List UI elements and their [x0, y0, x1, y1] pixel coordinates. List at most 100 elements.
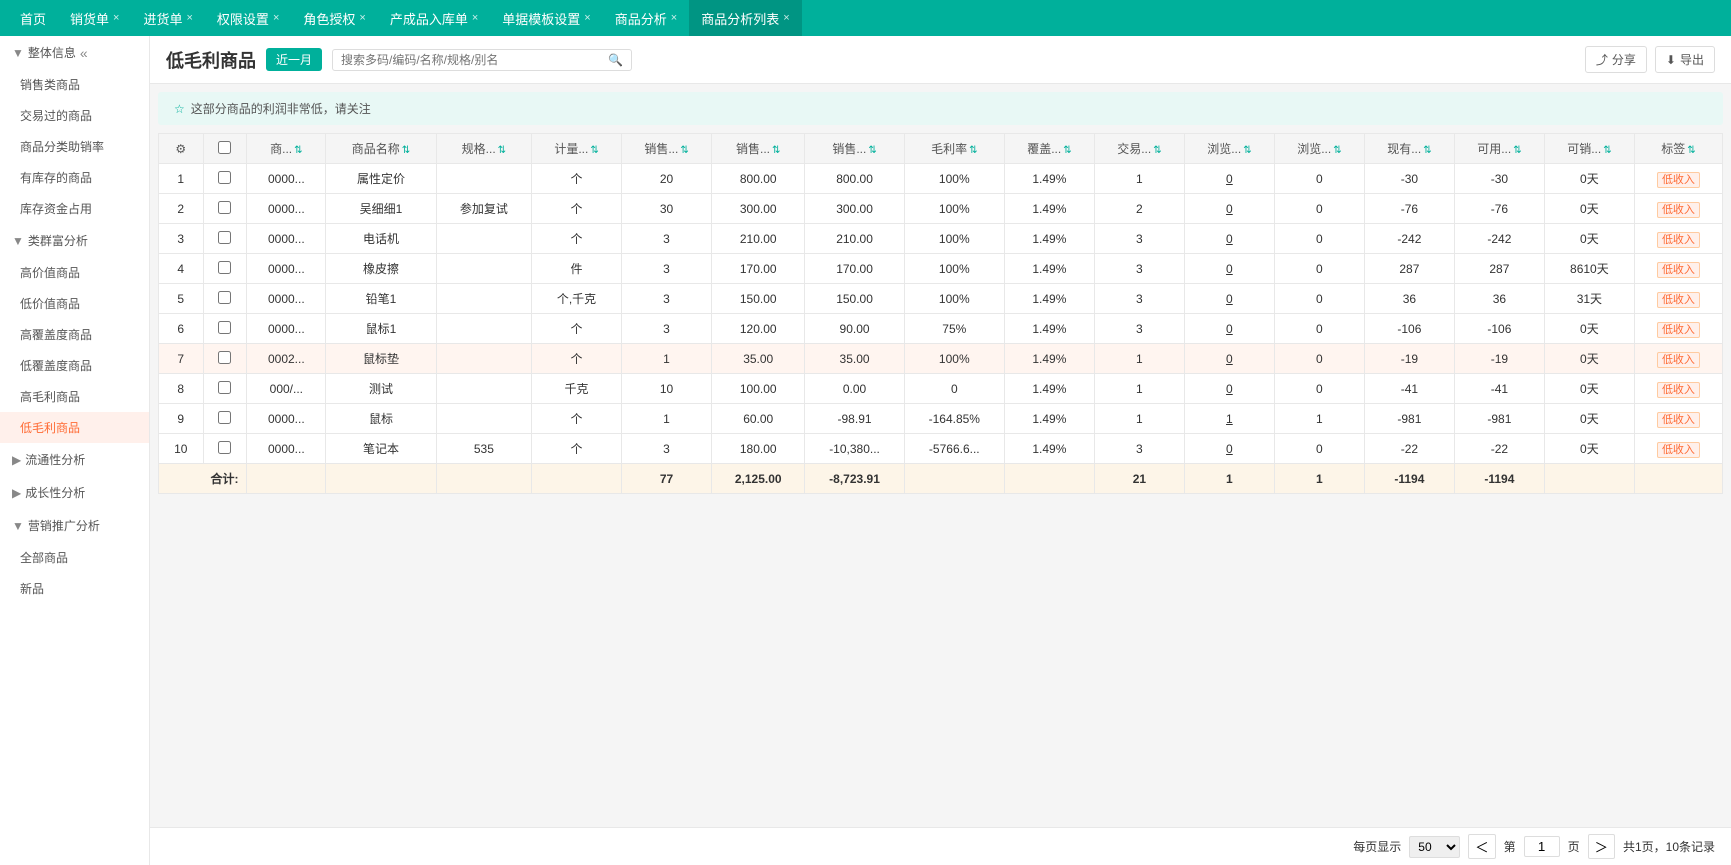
col-gross-margin[interactable]: 毛利率⇅ — [904, 134, 1004, 164]
col-views2[interactable]: 浏览...⇅ — [1274, 134, 1364, 164]
nav-product-analysis[interactable]: 商品分析 × — [603, 0, 689, 36]
nav-sales-order[interactable]: 销货单 × — [58, 0, 131, 36]
row-checkbox[interactable] — [203, 254, 247, 284]
col-views1[interactable]: 浏览...⇅ — [1184, 134, 1274, 164]
row-views1[interactable]: 0 — [1184, 314, 1274, 344]
nav-permissions[interactable]: 权限设置 × — [205, 0, 291, 36]
col-available[interactable]: 可用...⇅ — [1454, 134, 1544, 164]
col-coverage[interactable]: 覆盖...⇅ — [1004, 134, 1094, 164]
nav-product-receipt[interactable]: 产成品入库单 × — [378, 0, 490, 36]
row-checkbox[interactable] — [203, 224, 247, 254]
col-settings[interactable]: ⚙ — [159, 134, 204, 164]
sidebar-item-low-coverage[interactable]: 低覆盖度商品 — [0, 350, 149, 381]
nav-role-auth[interactable]: 角色授权 × — [291, 0, 377, 36]
row-checkbox[interactable] — [203, 284, 247, 314]
col-sales-qty[interactable]: 销售...⇅ — [622, 134, 712, 164]
nav-close-template[interactable]: × — [584, 12, 590, 24]
nav-home[interactable]: 首页 — [8, 0, 58, 36]
nav-purchase-order[interactable]: 进货单 × — [131, 0, 204, 36]
row-checkbox[interactable] — [203, 434, 247, 464]
sidebar-item-sales-goods[interactable]: 销售类商品 — [0, 69, 149, 100]
sidebar-item-in-stock[interactable]: 有库存的商品 — [0, 162, 149, 193]
row-tag: 低收入 — [1634, 164, 1722, 194]
sidebar-group-overall[interactable]: ▼ 整体信息 « — [0, 36, 149, 69]
row-unit: 件 — [532, 254, 622, 284]
page-size-select[interactable]: 50 100 200 — [1409, 836, 1460, 858]
row-checkbox[interactable] — [203, 164, 247, 194]
sidebar-group-circulation[interactable]: ▶ 流通性分析 — [0, 443, 149, 476]
col-sales-price[interactable]: 销售...⇅ — [712, 134, 805, 164]
row-checkbox[interactable] — [203, 194, 247, 224]
row-views1[interactable]: 1 — [1184, 404, 1274, 434]
sidebar-item-high-margin[interactable]: 高毛利商品 — [0, 381, 149, 412]
sidebar-item-low-value[interactable]: 低价值商品 — [0, 288, 149, 319]
sidebar-item-category-rate[interactable]: 商品分类助销率 — [0, 131, 149, 162]
nav-close-product[interactable]: × — [472, 12, 478, 24]
row-tag: 低收入 — [1634, 254, 1722, 284]
col-spec[interactable]: 规格...⇅ — [436, 134, 531, 164]
row-views1[interactable]: 0 — [1184, 164, 1274, 194]
row-checkbox[interactable] — [203, 344, 247, 374]
col-product-name[interactable]: 商品名称⇅ — [326, 134, 437, 164]
total-empty-spec — [436, 464, 531, 494]
search-input[interactable] — [341, 53, 608, 67]
col-saleable[interactable]: 可销...⇅ — [1544, 134, 1634, 164]
col-product-code[interactable]: 商...⇅ — [247, 134, 326, 164]
row-name: 吴细细1 — [326, 194, 437, 224]
row-views1[interactable]: 0 — [1184, 374, 1274, 404]
row-transactions: 3 — [1094, 254, 1184, 284]
row-name: 电话机 — [326, 224, 437, 254]
row-sales-profit: 210.00 — [805, 224, 904, 254]
sidebar-item-all-goods[interactable]: 全部商品 — [0, 542, 149, 573]
sidebar-item-new-goods[interactable]: 新品 — [0, 573, 149, 604]
nav-template-settings[interactable]: 单据模板设置 × — [490, 0, 602, 36]
row-checkbox[interactable] — [203, 404, 247, 434]
row-sales-qty: 30 — [622, 194, 712, 224]
row-views1[interactable]: 0 — [1184, 254, 1274, 284]
prev-page-button[interactable]: ＜ — [1468, 834, 1495, 859]
nav-close-role[interactable]: × — [359, 12, 365, 24]
sidebar-item-high-coverage[interactable]: 高覆盖度商品 — [0, 319, 149, 350]
row-gross-margin: 100% — [904, 194, 1004, 224]
select-all-checkbox[interactable] — [218, 141, 231, 154]
sidebar-item-high-value[interactable]: 高价值商品 — [0, 257, 149, 288]
row-views1[interactable]: 0 — [1184, 434, 1274, 464]
nav-analysis-list[interactable]: 商品分析列表 × — [689, 0, 801, 36]
sidebar-group-marketing[interactable]: ▼ 营销推广分析 — [0, 509, 149, 542]
period-button[interactable]: 近一月 — [266, 48, 322, 71]
nav-close-sales[interactable]: × — [113, 12, 119, 24]
sidebar-collapse-btn[interactable]: « — [76, 45, 92, 61]
row-coverage: 1.49% — [1004, 194, 1094, 224]
page-number-input[interactable] — [1524, 836, 1560, 857]
nav-close-analysis[interactable]: × — [671, 12, 677, 24]
export-button[interactable]: ⬇ 导出 — [1655, 46, 1715, 73]
nav-close-purchase[interactable]: × — [186, 12, 192, 24]
row-views1[interactable]: 0 — [1184, 344, 1274, 374]
sidebar-group-cluster[interactable]: ▼ 类群富分析 — [0, 224, 149, 257]
row-tag: 低收入 — [1634, 314, 1722, 344]
total-empty-unit — [532, 464, 622, 494]
sidebar-item-traded-goods[interactable]: 交易过的商品 — [0, 100, 149, 131]
row-views1[interactable]: 0 — [1184, 224, 1274, 254]
sidebar-group-growth[interactable]: ▶ 成长性分析 — [0, 476, 149, 509]
row-transactions: 3 — [1094, 224, 1184, 254]
col-sales-profit[interactable]: 销售...⇅ — [805, 134, 904, 164]
row-views1[interactable]: 0 — [1184, 284, 1274, 314]
row-spec: 535 — [436, 434, 531, 464]
search-icon[interactable]: 🔍 — [608, 53, 623, 67]
sidebar-item-stock-capital[interactable]: 库存资金占用 — [0, 193, 149, 224]
next-page-button[interactable]: ＞ — [1588, 834, 1615, 859]
col-current-stock[interactable]: 现有...⇅ — [1364, 134, 1454, 164]
sidebar-item-low-margin[interactable]: 低毛利商品 — [0, 412, 149, 443]
col-transactions[interactable]: 交易...⇅ — [1094, 134, 1184, 164]
row-checkbox[interactable] — [203, 314, 247, 344]
row-checkbox[interactable] — [203, 374, 247, 404]
row-coverage: 1.49% — [1004, 224, 1094, 254]
col-tag[interactable]: 标签⇅ — [1634, 134, 1722, 164]
nav-close-analysis-list[interactable]: × — [783, 12, 789, 24]
col-unit[interactable]: 计量...⇅ — [532, 134, 622, 164]
row-saleable: 8610天 — [1544, 254, 1634, 284]
nav-close-permissions[interactable]: × — [273, 12, 279, 24]
row-views1[interactable]: 0 — [1184, 194, 1274, 224]
share-button[interactable]: ⤴ 分享 — [1585, 46, 1647, 73]
